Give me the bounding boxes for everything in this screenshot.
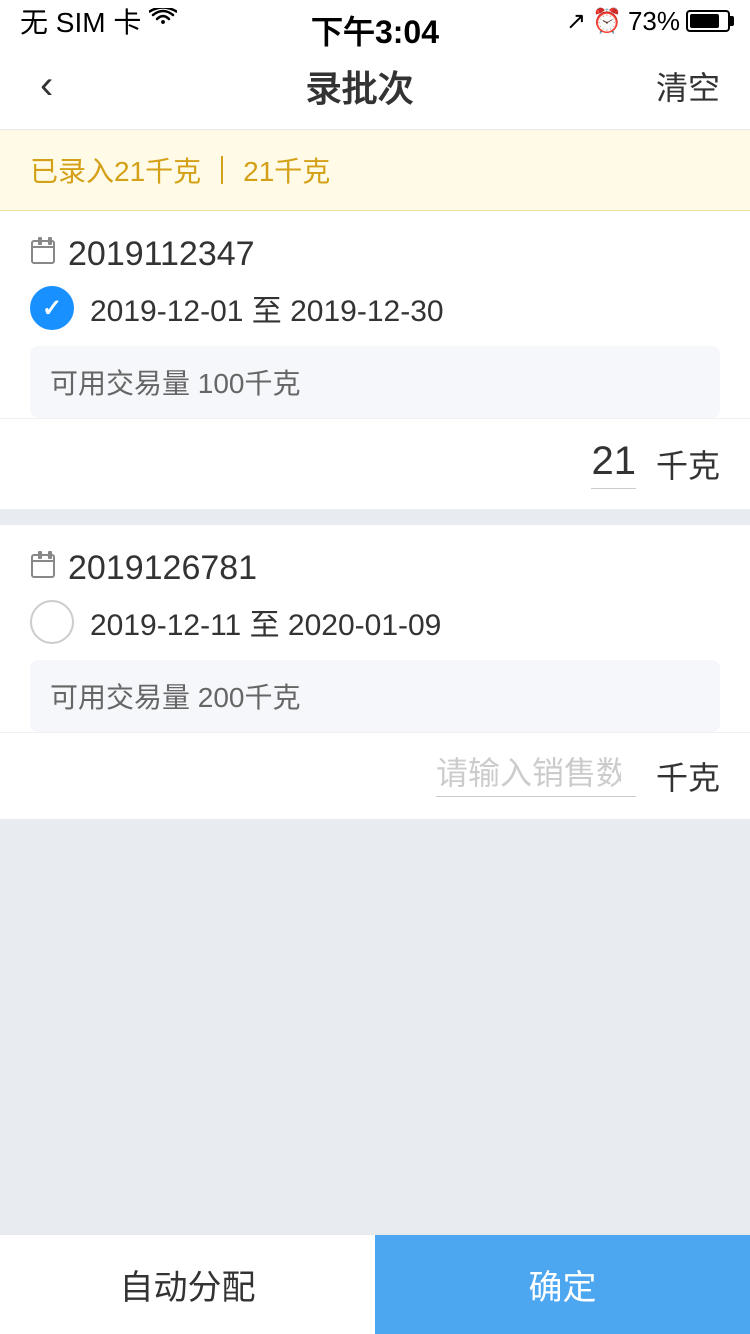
batch-item-1-content: 2019112347 2019-12-01 至 2019-12-30 可用交易量… bbox=[0, 211, 750, 418]
clear-button[interactable]: 清空 bbox=[656, 63, 720, 109]
input-unit-2: 千克 bbox=[656, 753, 720, 799]
radio-button-2[interactable] bbox=[30, 600, 74, 644]
back-button[interactable]: ‹ bbox=[30, 53, 63, 118]
page-title: 录批次 bbox=[306, 60, 414, 112]
info-banner: 已录入21千克 21千克 bbox=[0, 130, 750, 211]
batch-item-1: 2019112347 2019-12-01 至 2019-12-30 可用交易量… bbox=[0, 211, 750, 509]
wifi-icon bbox=[149, 5, 177, 37]
batch-date-row-1[interactable]: 2019-12-01 至 2019-12-30 bbox=[30, 286, 720, 330]
battery-percent: 73% bbox=[628, 6, 680, 37]
alarm-icon: ⏰ bbox=[592, 7, 622, 36]
confirm-button[interactable]: 确定 bbox=[375, 1235, 750, 1334]
batch-icon-2 bbox=[30, 551, 60, 587]
status-bar: 无 SIM 卡 下午3:04 ↗ ⏰ 73% bbox=[0, 0, 750, 42]
status-right: ↗ ⏰ 73% bbox=[566, 6, 730, 37]
available-box-1: 可用交易量 100千克 bbox=[30, 346, 720, 418]
batch-number-2: 2019126781 bbox=[68, 549, 257, 588]
batch-date-1: 2019-12-01 至 2019-12-30 bbox=[90, 286, 444, 330]
carrier-text: 无 SIM 卡 bbox=[20, 1, 141, 41]
amount-unit-1: 千克 bbox=[656, 441, 720, 487]
batch-item-2-content: 2019126781 2019-12-11 至 2020-01-09 可用交易量… bbox=[0, 525, 750, 732]
available-box-2: 可用交易量 200千克 bbox=[30, 660, 720, 732]
status-left: 无 SIM 卡 bbox=[20, 1, 177, 41]
batch-number-row-2: 2019126781 bbox=[30, 549, 720, 588]
amount-value-1: 21 bbox=[591, 439, 636, 489]
recorded-label: 已录入21千克 bbox=[30, 150, 201, 190]
empty-area bbox=[0, 819, 750, 1259]
available-text-2: 可用交易量 200千克 bbox=[50, 682, 301, 713]
batch-icon-1 bbox=[30, 237, 60, 273]
bottom-bar: 自动分配 确定 bbox=[0, 1234, 750, 1334]
quantity-input-2[interactable] bbox=[436, 755, 636, 797]
batch-date-row-2[interactable]: 2019-12-11 至 2020-01-09 bbox=[30, 600, 720, 644]
available-text-1: 可用交易量 100千克 bbox=[50, 368, 301, 399]
amount-row-1: 21 千克 bbox=[0, 418, 750, 509]
auto-distribute-button[interactable]: 自动分配 bbox=[0, 1235, 375, 1334]
batch-number-1: 2019112347 bbox=[68, 235, 255, 274]
time-display: 下午3:04 bbox=[311, 7, 439, 53]
battery-icon bbox=[686, 10, 730, 32]
batch-item-2: 2019126781 2019-12-11 至 2020-01-09 可用交易量… bbox=[0, 525, 750, 819]
input-row-2: 千克 bbox=[0, 732, 750, 819]
section-separator bbox=[0, 509, 750, 525]
batch-date-2: 2019-12-11 至 2020-01-09 bbox=[90, 600, 441, 644]
banner-divider bbox=[221, 156, 223, 184]
batch-number-row-1: 2019112347 bbox=[30, 235, 720, 274]
radio-button-1[interactable] bbox=[30, 286, 74, 330]
recorded-value: 21千克 bbox=[243, 150, 330, 190]
location-icon: ↗ bbox=[566, 7, 586, 36]
nav-bar: ‹ 录批次 清空 bbox=[0, 42, 750, 130]
